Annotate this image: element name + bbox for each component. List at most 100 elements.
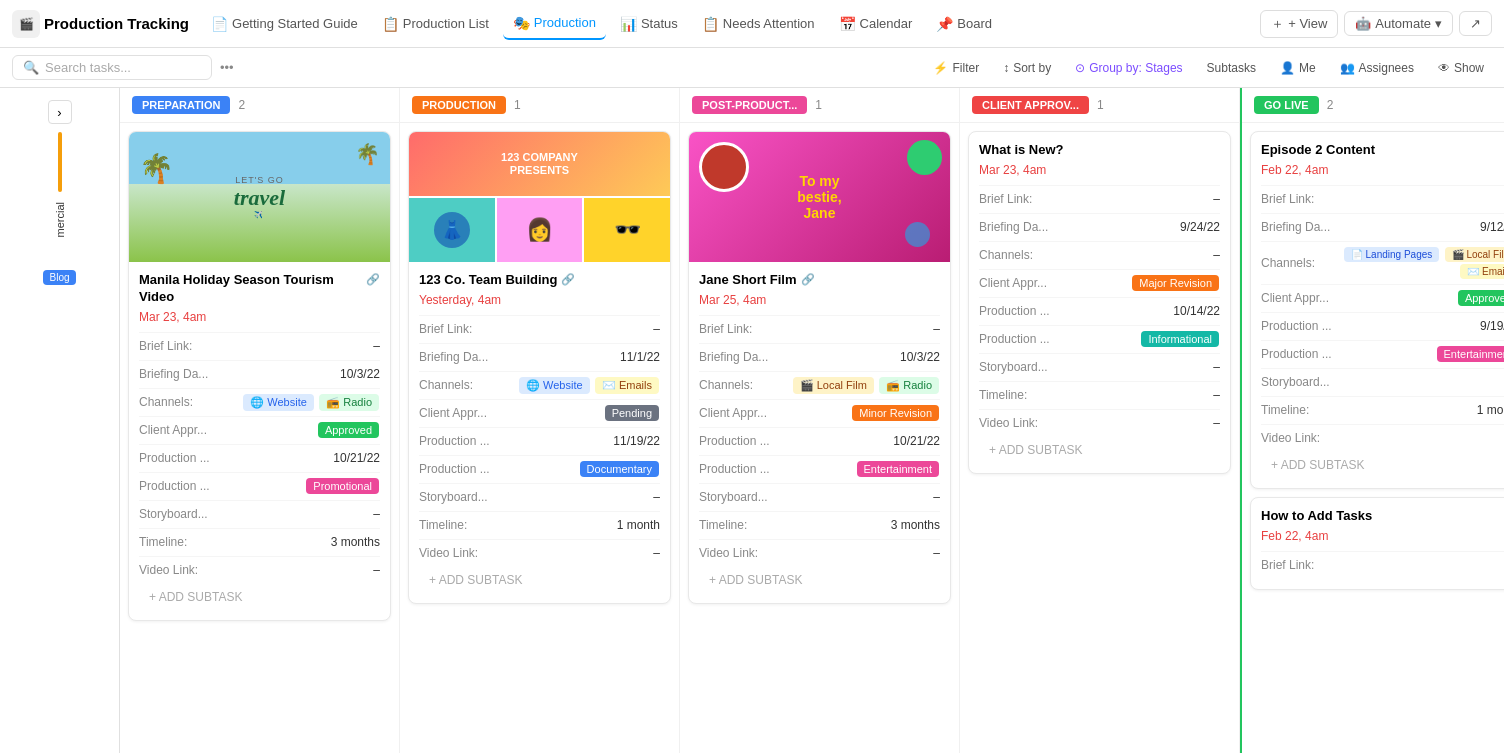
subtasks-button[interactable]: Subtasks	[1199, 57, 1264, 79]
storyboard-e2: Storyboard... –	[1261, 368, 1504, 396]
channels-j: Channels: 🎬 Local Film 📻 Radio	[699, 371, 940, 399]
view-label: + View	[1288, 16, 1327, 31]
timeline-field-c: Timeline: 1 month	[419, 511, 660, 539]
search-icon: 🔍	[23, 60, 39, 75]
preparation-count: 2	[238, 98, 245, 112]
brief-link-field: Brief Link: –	[139, 332, 380, 360]
add-subtask-e2-button[interactable]: + ADD SUBTASK	[1261, 452, 1504, 478]
channels-field-c: Channels: 🌐 Website ✉️ Emails	[419, 371, 660, 399]
briefing-date-field: Briefing Da... 10/3/22	[139, 360, 380, 388]
automate-label: Automate	[1375, 16, 1431, 31]
production-type-e2: Production ... Entertainment	[1261, 340, 1504, 368]
post-production-body: To mybestie,Jane Jane Short Film 🔗 Mar 2…	[680, 123, 959, 753]
video-link-field-c: Video Link: –	[419, 539, 660, 567]
informational-tag: Informational	[1141, 331, 1219, 347]
toolbar-right: ⚡ Filter ↕ Sort by ⊙ Group by: Stages Su…	[925, 57, 1492, 79]
share-icon: ↗	[1470, 16, 1481, 31]
add-subtask-j-button[interactable]: + ADD SUBTASK	[699, 567, 940, 593]
card-whatnew: What is New? Mar 23, 4am Brief Link: – B…	[968, 131, 1231, 474]
jane-title: Jane Short Film 🔗	[699, 272, 940, 289]
company-sub3: 🕶️	[584, 198, 670, 262]
column-client-approval: CLIENT APPROV... 1 What is New? Mar 23, …	[960, 88, 1240, 753]
storyboard-w: Storyboard... –	[979, 353, 1220, 381]
client-approval-j: Client Appr... Minor Revision	[699, 399, 940, 427]
manila-title: Manila Holiday Season Tourism Video 🔗	[139, 272, 380, 306]
approved-e2-tag: Approved	[1458, 290, 1504, 306]
channels-field: Channels: 🌐 Website 📻 Radio	[139, 388, 380, 416]
add-subtask-button[interactable]: + ADD SUBTASK	[139, 584, 380, 610]
sort-button[interactable]: ↕ Sort by	[995, 57, 1059, 79]
client-approval-e2: Client Appr... Approved	[1261, 284, 1504, 312]
storyboard-j: Storyboard... –	[699, 483, 940, 511]
client-approval-badge: CLIENT APPROV...	[972, 96, 1089, 114]
briefing-date-e2: Briefing Da... 9/12/22	[1261, 213, 1504, 241]
go-live-badge: GO LIVE	[1254, 96, 1319, 114]
palm-left-icon: 🌴	[139, 152, 174, 185]
palm-right-icon: 🌴	[355, 142, 380, 166]
channel-radio-tag: 📻 Radio	[319, 394, 379, 411]
col-header-post: POST-PRODUCT... 1	[680, 88, 959, 123]
tab-status[interactable]: 📊 Status	[610, 8, 688, 40]
app-title: Production Tracking	[44, 15, 189, 32]
column-go-live: GO LIVE 2 Episode 2 Content Feb 22, 4am …	[1240, 88, 1504, 753]
video-link-e2: Video Link: –	[1261, 424, 1504, 452]
tab-production-label: Production	[534, 15, 596, 30]
production-date-w: Production ... 10/14/22	[979, 297, 1220, 325]
col-header-preparation: PREPARATION 2	[120, 88, 399, 123]
company-sub2: 👩	[497, 198, 583, 262]
toolbar: 🔍 Search tasks... ••• ⚡ Filter ↕ Sort by…	[0, 48, 1504, 88]
more-options-icon[interactable]: •••	[220, 60, 234, 75]
tab-board-label: Board	[957, 16, 992, 31]
sidebar-item-commercial[interactable]: mercial	[54, 202, 66, 237]
header-right: ＋ + View 🤖 Automate ▾ ↗	[1260, 10, 1492, 38]
search-box[interactable]: 🔍 Search tasks...	[12, 55, 212, 80]
add-subtask-c-button[interactable]: + ADD SUBTASK	[419, 567, 660, 593]
brief-link-j: Brief Link: –	[699, 315, 940, 343]
preparation-badge: PREPARATION	[132, 96, 230, 114]
sidebar-item-blog[interactable]: Blog	[43, 270, 75, 285]
board: › mercial Blog PREPARATION 2 🌴 LET'S GO …	[0, 88, 1504, 753]
manila-date: Mar 23, 4am	[139, 310, 380, 324]
me-button[interactable]: 👤 Me	[1272, 57, 1324, 79]
briefing-date-field-c: Briefing Da... 11/1/22	[419, 343, 660, 371]
tab-board[interactable]: 📌 Board	[926, 8, 1002, 40]
production-type-field-c: Production ... Documentary	[419, 455, 660, 483]
col-header-production: PRODUCTION 1	[400, 88, 679, 123]
approval-count: 1	[1097, 98, 1104, 112]
production-date-field-c: Production ... 11/19/22	[419, 427, 660, 455]
documentary-tag: Documentary	[580, 461, 659, 477]
header: 🎬 Production Tracking 📄 Getting Started …	[0, 0, 1504, 48]
post-count: 1	[815, 98, 822, 112]
company-card-image: 123 COMPANYPRESENTS 👗 👩 🕶️	[409, 132, 670, 262]
group-label: Group by: Stages	[1089, 61, 1182, 75]
share-button[interactable]: ↗	[1459, 11, 1492, 36]
automate-button[interactable]: 🤖 Automate ▾	[1344, 11, 1453, 36]
group-button[interactable]: ⊙ Group by: Stages	[1067, 57, 1190, 79]
production-type-j: Production ... Entertainment	[699, 455, 940, 483]
me-label: Me	[1299, 61, 1316, 75]
whatnew-title: What is New?	[979, 142, 1220, 159]
post-production-badge: POST-PRODUCT...	[692, 96, 807, 114]
view-button[interactable]: ＋ + View	[1260, 10, 1338, 38]
travel-card-image: 🌴 LET'S GO travel ✈️ 🌴	[129, 132, 390, 262]
show-label: Show	[1454, 61, 1484, 75]
tab-production-list[interactable]: 📋 Production List	[372, 8, 499, 40]
travel-title: travel	[234, 185, 285, 211]
golive-body: Episode 2 Content Feb 22, 4am Brief Link…	[1242, 123, 1504, 753]
assignees-label: Assignees	[1359, 61, 1414, 75]
tab-calendar[interactable]: 📅 Calendar	[829, 8, 923, 40]
tab-getting-started[interactable]: 📄 Getting Started Guide	[201, 8, 368, 40]
assignees-button[interactable]: 👥 Assignees	[1332, 57, 1422, 79]
filter-button[interactable]: ⚡ Filter	[925, 57, 987, 79]
tab-needs-attention[interactable]: 📋 Needs Attention	[692, 8, 825, 40]
production-body: 123 COMPANYPRESENTS 👗 👩 🕶️ 123 Co. Team …	[400, 123, 679, 753]
attention-icon: 📋	[702, 16, 719, 32]
show-button[interactable]: 👁 Show	[1430, 57, 1492, 79]
expand-button[interactable]: ›	[48, 100, 72, 124]
how-to-add-date: Feb 22, 4am	[1261, 529, 1504, 543]
production-badge: PRODUCTION	[412, 96, 506, 114]
timeline-e2: Timeline: 1 month	[1261, 396, 1504, 424]
tab-production[interactable]: 🎭 Production	[503, 8, 606, 40]
link-j-icon: 🔗	[801, 272, 815, 286]
add-subtask-w-button[interactable]: + ADD SUBTASK	[979, 437, 1220, 463]
